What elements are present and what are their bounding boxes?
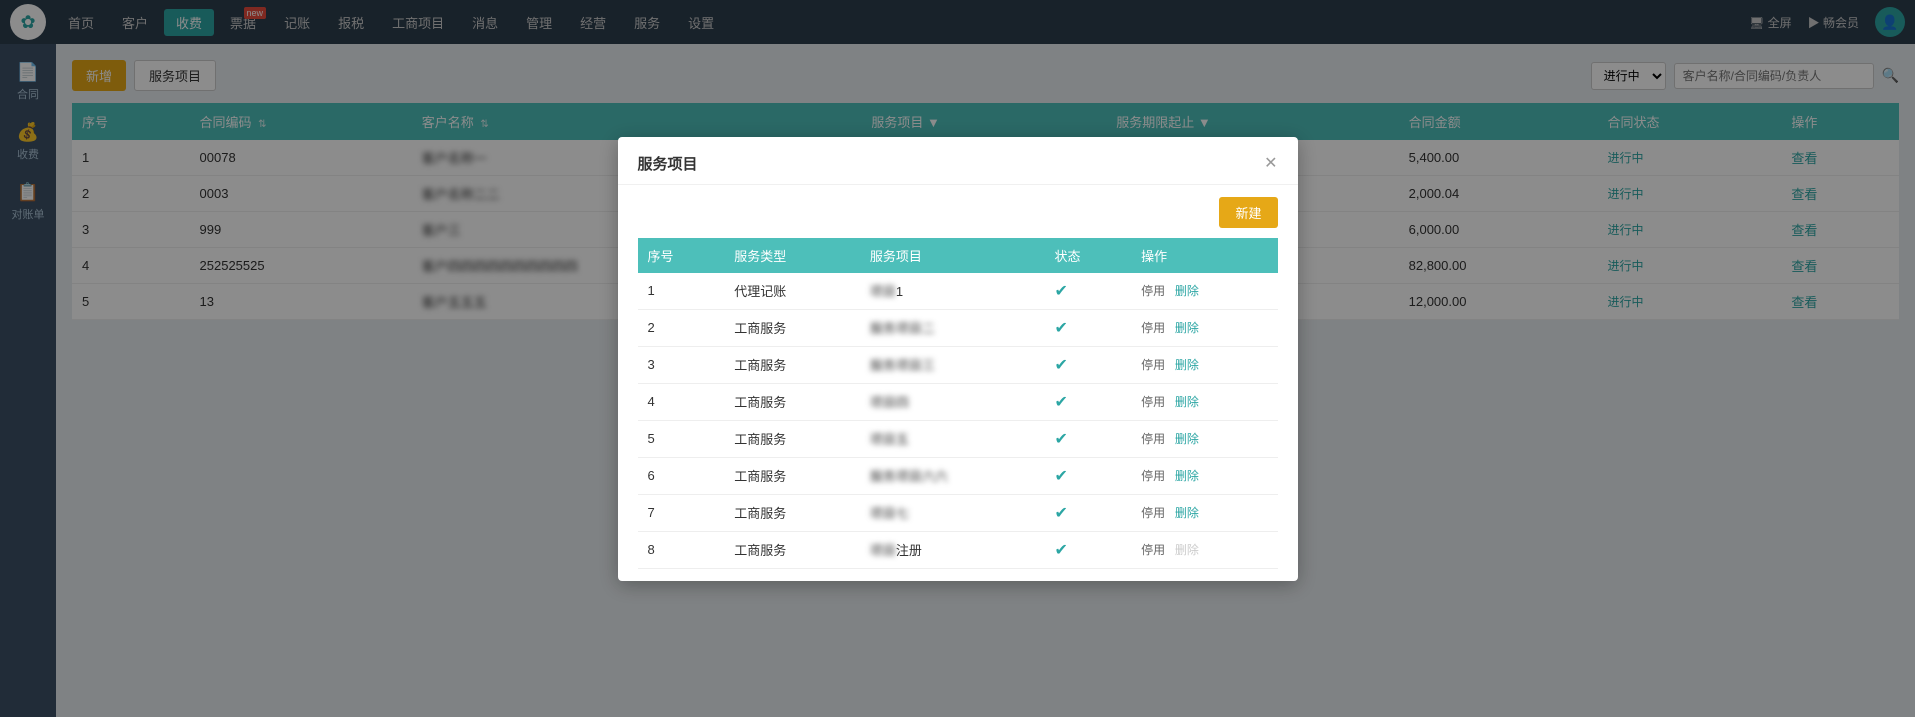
stop-button[interactable]: 停用 (1141, 358, 1165, 372)
modal-table-row: 6 工商服务 服务项目六六 ✔ 停用 删除 (638, 457, 1278, 494)
stop-button[interactable]: 停用 (1141, 543, 1165, 557)
stop-button[interactable]: 停用 (1141, 432, 1165, 446)
stop-button[interactable]: 停用 (1141, 284, 1165, 298)
stop-button[interactable]: 停用 (1141, 469, 1165, 483)
modal-table-row: 8 工商服务 项目注册 ✔ 停用 删除 (638, 531, 1278, 568)
stop-button[interactable]: 停用 (1141, 321, 1165, 335)
delete-button[interactable]: 删除 (1175, 432, 1199, 446)
modal-col-status: 状态 (1044, 238, 1131, 273)
delete-button[interactable]: 删除 (1175, 284, 1199, 298)
modal-table-row: 1 代理记账 项目1 ✔ 停用 删除 (638, 273, 1278, 310)
delete-button[interactable]: 删除 (1175, 358, 1199, 372)
modal-col-item: 服务项目 (860, 238, 1045, 273)
modal-table-header: 序号 服务类型 服务项目 状态 操作 (638, 238, 1278, 273)
modal-new-button[interactable]: 新建 (1219, 197, 1277, 228)
modal-table-container: 序号 服务类型 服务项目 状态 操作 1 代理记账 项目1 ✔ (638, 238, 1278, 569)
stop-button[interactable]: 停用 (1141, 395, 1165, 409)
modal-cell-status: ✔ (1044, 273, 1131, 310)
modal-cell-type: 代理记账 (724, 273, 860, 310)
service-modal: 服务项目 ✕ 新建 序号 服务类型 服务项目 状态 操作 (618, 137, 1298, 581)
modal-table-row: 5 工商服务 项目五 ✔ 停用 删除 (638, 420, 1278, 457)
modal-table-row: 4 工商服务 项目四 ✔ 停用 删除 (638, 383, 1278, 420)
modal-table-row: 2 工商服务 服务项目二 ✔ 停用 删除 (638, 309, 1278, 346)
stop-button[interactable]: 停用 (1141, 506, 1165, 520)
service-table: 序号 服务类型 服务项目 状态 操作 1 代理记账 项目1 ✔ (638, 238, 1278, 569)
delete-button[interactable]: 删除 (1175, 321, 1199, 335)
modal-body: 新建 序号 服务类型 服务项目 状态 操作 (618, 185, 1298, 581)
modal-col-type: 服务类型 (724, 238, 860, 273)
delete-button-disabled: 删除 (1175, 543, 1199, 557)
delete-button[interactable]: 删除 (1175, 395, 1199, 409)
modal-header: 服务项目 ✕ (618, 137, 1298, 185)
modal-close-button[interactable]: ✕ (1264, 153, 1277, 173)
delete-button[interactable]: 删除 (1175, 469, 1199, 483)
modal-cell-seq: 1 (638, 273, 725, 310)
modal-col-seq: 序号 (638, 238, 725, 273)
modal-cell-action: 停用 删除 (1131, 273, 1277, 310)
delete-button[interactable]: 删除 (1175, 506, 1199, 520)
modal-overlay[interactable]: 服务项目 ✕ 新建 序号 服务类型 服务项目 状态 操作 (0, 0, 1915, 717)
modal-table-row: 3 工商服务 服务项目三 ✔ 停用 删除 (638, 346, 1278, 383)
modal-col-action: 操作 (1131, 238, 1277, 273)
modal-title: 服务项目 (638, 153, 698, 174)
modal-cell-item: 项目1 (860, 273, 1045, 310)
modal-toolbar: 新建 (638, 197, 1278, 228)
modal-table-row: 7 工商服务 项目七 ✔ 停用 删除 (638, 494, 1278, 531)
